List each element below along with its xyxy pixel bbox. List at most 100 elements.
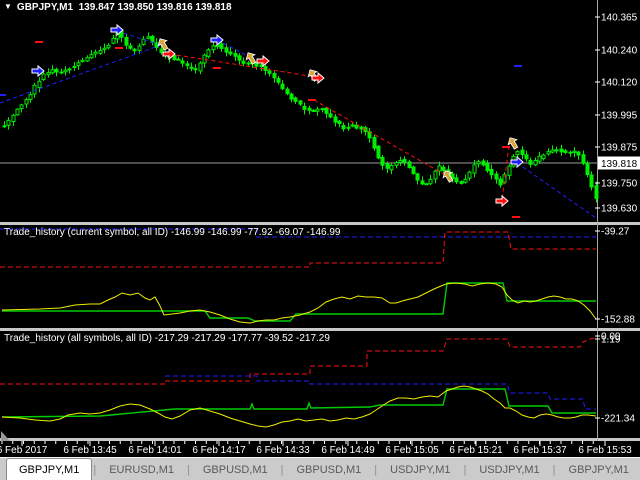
candle-body (467, 171, 472, 179)
candle-body (520, 149, 525, 156)
chart-canvas[interactable]: 140.365 140.240 140.120 139.995 139.875 139.7… (0, 0, 640, 457)
indicator2-axis-label: 1.19 (601, 335, 621, 346)
chart-tab-usdjpy-m1-4[interactable]: USDJPY,M1 (378, 458, 462, 480)
candle-body (46, 72, 51, 76)
candle-body (481, 160, 486, 166)
stop-level-dash-blue (0, 94, 6, 96)
candle-body (337, 120, 342, 125)
price-label: 140.240 (601, 46, 638, 57)
candle-body (498, 178, 503, 186)
candle-body (437, 165, 442, 172)
candle-body (93, 51, 98, 55)
candle-body (272, 73, 277, 79)
candle-body (254, 62, 259, 67)
candle-body (554, 149, 559, 152)
time-label: 6 Feb 2017 (0, 445, 48, 456)
stop-level-dash-red (115, 47, 123, 49)
candle-body (581, 154, 586, 164)
time-label: 6 Feb 14:01 (128, 445, 182, 456)
chart-tab-eurusd-m1-1[interactable]: EURUSD,M1 (97, 458, 186, 480)
candle-body (559, 148, 564, 153)
candle-body (385, 163, 390, 169)
candle-body (137, 45, 142, 51)
candle-body (346, 126, 351, 129)
candle-body (132, 48, 137, 52)
candle-body (50, 69, 55, 74)
candle-body (328, 113, 333, 118)
candle-body (568, 151, 573, 154)
chart-tab-gbpjpy-m1-0[interactable]: GBPJPY,M1 (6, 458, 93, 480)
candle-body (293, 97, 298, 102)
candle-body (354, 124, 359, 129)
candle-body (315, 108, 320, 112)
candle-body (398, 160, 403, 163)
candle-body (420, 180, 425, 185)
candle-body (41, 73, 46, 80)
candle-body (333, 116, 338, 123)
candle-body (241, 60, 246, 64)
candle-body (433, 170, 438, 180)
candle-body (67, 68, 72, 71)
time-label: 6 Feb 15:21 (449, 445, 503, 456)
stop-level-dash-red (512, 216, 520, 218)
candle-body (485, 163, 490, 172)
candle-body (276, 78, 281, 83)
candle-body (550, 149, 555, 153)
pane-separator-2 (0, 328, 640, 331)
chart-tab-bar: GBPJPY,M1 | EURUSD,M1 | GBPUSD,M1 | GBPUSD,M1 |… (0, 457, 640, 480)
time-label: 6 Feb 14:17 (192, 445, 246, 456)
candle-body (15, 108, 20, 116)
candle-body (459, 181, 464, 184)
candle-body (219, 43, 224, 50)
indicator1-axis-label: -39.27 (601, 227, 630, 238)
candle-body (594, 185, 599, 199)
chart-tab-usdjpy-m1-5[interactable]: USDJPY,M1 (467, 458, 551, 480)
candle-body (576, 151, 581, 156)
candle-body (524, 154, 529, 160)
candle-body (528, 159, 533, 165)
pane-separator-3 (0, 438, 640, 441)
candle-body (76, 62, 81, 66)
candle-body (411, 166, 416, 175)
candle-body (298, 100, 303, 105)
candle-body (267, 70, 272, 74)
candle-body (546, 151, 551, 155)
candle-body (224, 47, 229, 53)
candle-body (106, 44, 111, 49)
candle-body (233, 53, 238, 57)
candle-body (376, 145, 381, 159)
candle-body (63, 69, 68, 73)
chart-tab-gbpusd-m1-3[interactable]: GBPUSD,M1 (285, 458, 374, 480)
candle-body (228, 51, 233, 55)
candle-body (428, 178, 433, 185)
candle-body (541, 154, 546, 160)
candle-body (180, 60, 185, 64)
candle-body (424, 183, 429, 186)
candle-body (263, 66, 268, 72)
candle-body (563, 150, 568, 153)
candle-body (533, 160, 538, 166)
candle-body (285, 88, 290, 95)
chart-tab-gbpjpy-m1-6[interactable]: GBPJPY,M1 (557, 458, 640, 480)
chart-tab-gbpusd-m1-2[interactable]: GBPUSD,M1 (191, 458, 280, 480)
candle-body (206, 49, 211, 57)
time-label: 6 Feb 15:05 (385, 445, 439, 456)
candle-body (454, 177, 459, 183)
candle-body (128, 45, 133, 49)
candle-body (350, 124, 355, 127)
candle-body (215, 44, 220, 48)
candle-body (172, 54, 177, 61)
candle-body (389, 164, 394, 171)
candle-body (2, 125, 7, 128)
candle-body (150, 35, 155, 43)
candle-body (124, 36, 129, 46)
candle-body (246, 62, 251, 65)
candle-body (394, 162, 399, 166)
candle-body (98, 49, 103, 54)
candle-body (6, 119, 11, 126)
candle-body (54, 68, 59, 73)
candle-body (28, 94, 33, 101)
stop-level-dash-blue (514, 65, 522, 67)
candle-body (85, 57, 90, 62)
candle-body (476, 161, 481, 165)
